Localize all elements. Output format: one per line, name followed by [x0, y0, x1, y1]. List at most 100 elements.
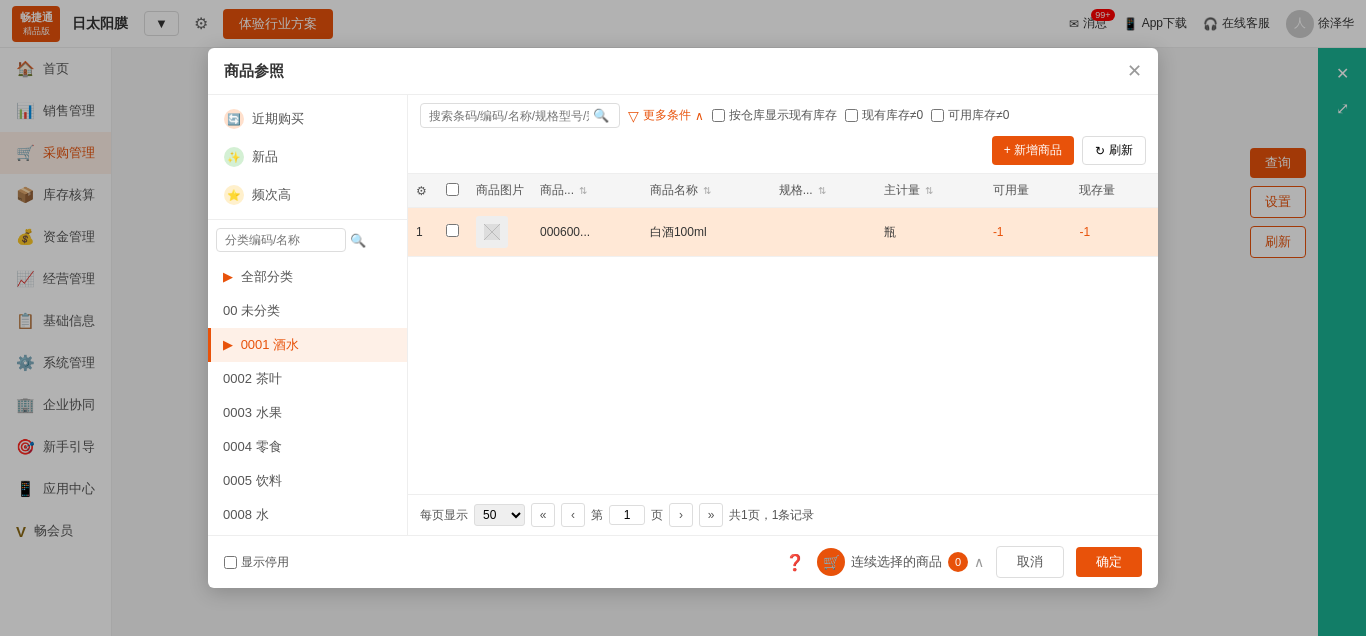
col-spec[interactable]: 规格... ⇅ [771, 174, 876, 208]
row-spec [771, 208, 876, 257]
per-page-select[interactable]: 50 100 200 [474, 504, 525, 526]
cat-0005[interactable]: 0005 饮料 [208, 464, 407, 498]
total-info: 共1页，1条记录 [729, 507, 814, 524]
add-product-button[interactable]: + 新增商品 [992, 136, 1074, 165]
refresh-button[interactable]: ↻ 刷新 [1082, 136, 1146, 165]
stock-zero-checkbox-group: 现有库存≠0 [845, 107, 923, 124]
cat-0005-label: 0005 饮料 [223, 473, 282, 488]
modal-right-panel: 🔍 ▽ 更多条件 ∧ 按仓库显示现有库存 现有库存≠0 [408, 95, 1158, 535]
quick-frequent[interactable]: ⭐ 频次高 [216, 179, 399, 211]
refresh-icon: ↻ [1095, 144, 1105, 158]
page-last-button[interactable]: » [699, 503, 723, 527]
select-all-checkbox[interactable] [446, 183, 459, 196]
recent-icon: 🔄 [224, 109, 244, 129]
cat-all[interactable]: ▶ 全部分类 [208, 260, 407, 294]
page-input[interactable] [609, 505, 645, 525]
quick-freq-label: 频次高 [252, 186, 291, 204]
footer-right: ❓ 🛒 连续选择的商品 0 ∧ 取消 确定 [785, 546, 1142, 578]
row-index: 1 [408, 208, 438, 257]
cat-0003-label: 0003 水果 [223, 405, 282, 420]
col-product-name[interactable]: 商品名称 ⇅ [642, 174, 771, 208]
pagination-bar: 每页显示 50 100 200 « ‹ 第 页 › » 共1页，1条记录 [408, 494, 1158, 535]
table-row[interactable]: 1 000600... 白酒100ml 瓶 [408, 208, 1158, 257]
cat-arrow-0001: ▶ [223, 337, 233, 352]
cat-0002-label: 0002 茶叶 [223, 371, 282, 386]
modal-left-panel: 🔄 近期购买 ✨ 新品 ⭐ 频次高 🔍 [208, 95, 408, 535]
product-toolbar: 🔍 ▽ 更多条件 ∧ 按仓库显示现有库存 现有库存≠0 [408, 95, 1158, 174]
cat-0008[interactable]: 0008 水 [208, 498, 407, 532]
cat-0004[interactable]: 0004 零食 [208, 430, 407, 464]
product-reference-modal: 商品参照 ✕ 🔄 近期购买 ✨ 新品 ⭐ 频次高 [208, 48, 1158, 588]
cat-00[interactable]: 00 未分类 [208, 294, 407, 328]
page-prev-button[interactable]: ‹ [561, 503, 585, 527]
cart-count: 0 [948, 552, 968, 572]
warehouse-label: 按仓库显示现有库存 [729, 107, 837, 124]
col-product-image: 商品图片 [468, 174, 532, 208]
quick-new[interactable]: ✨ 新品 [216, 141, 399, 173]
row-name: 白酒100ml [642, 208, 771, 257]
modal-close-button[interactable]: ✕ [1127, 60, 1142, 82]
cat-arrow-all: ▶ [223, 269, 233, 284]
product-thumbnail [476, 216, 508, 248]
cat-0003[interactable]: 0003 水果 [208, 396, 407, 430]
help-icon[interactable]: ❓ [785, 553, 805, 572]
modal-body: 🔄 近期购买 ✨ 新品 ⭐ 频次高 🔍 [208, 95, 1158, 535]
quick-recent[interactable]: 🔄 近期购买 [216, 103, 399, 135]
toolbar-right-actions: + 新增商品 ↻ 刷新 [992, 136, 1146, 165]
filter-label: 更多条件 [643, 107, 691, 124]
col-stock[interactable]: 现存量 [1071, 174, 1158, 208]
chevron-up-icon[interactable]: ∧ [974, 554, 984, 570]
col-unit[interactable]: 主计量 ⇅ [876, 174, 985, 208]
cart-area: 🛒 连续选择的商品 0 ∧ [817, 548, 984, 576]
modal-title: 商品参照 [224, 62, 284, 81]
quick-access: 🔄 近期购买 ✨ 新品 ⭐ 频次高 [208, 95, 407, 220]
cart-label: 连续选择的商品 [851, 553, 942, 571]
show-disabled-text: 显示停用 [241, 554, 289, 571]
new-icon: ✨ [224, 147, 244, 167]
cat-search-input[interactable] [216, 228, 346, 252]
cat-0001[interactable]: ▶ 0001 酒水 [208, 328, 407, 362]
quick-recent-label: 近期购买 [252, 110, 304, 128]
page-label: 第 [591, 507, 603, 524]
confirm-button[interactable]: 确定 [1076, 547, 1142, 577]
filter-button[interactable]: ▽ 更多条件 ∧ [628, 107, 704, 124]
cat-0002[interactable]: 0002 茶叶 [208, 362, 407, 396]
show-disabled-label: 显示停用 [224, 554, 289, 571]
row-check [438, 208, 468, 257]
row-available: -1 [985, 208, 1072, 257]
cancel-button[interactable]: 取消 [996, 546, 1064, 578]
show-disabled-checkbox[interactable] [224, 556, 237, 569]
row-stock: -1 [1071, 208, 1158, 257]
cat-0004-label: 0004 零食 [223, 439, 282, 454]
cat-0001-label: 0001 酒水 [241, 337, 300, 352]
col-available[interactable]: 可用量 [985, 174, 1072, 208]
cat-all-label: 全部分类 [241, 269, 293, 284]
product-search-input[interactable] [429, 109, 589, 123]
cat-0008-label: 0008 水 [223, 507, 269, 522]
cat-search-icon[interactable]: 🔍 [350, 233, 366, 248]
col-check [438, 174, 468, 208]
row-unit: 瓶 [876, 208, 985, 257]
modal-header: 商品参照 ✕ [208, 48, 1158, 95]
warehouse-checkbox-group: 按仓库显示现有库存 [712, 107, 837, 124]
product-search-bar: 🔍 [420, 103, 620, 128]
product-table: ⚙ 商品图片 商品... ⇅ 商品名称 ⇅ 规格... ⇅ 主计量 ⇅ 可用量 … [408, 174, 1158, 494]
avail-zero-checkbox-group: 可用库存≠0 [931, 107, 1009, 124]
col-product-code[interactable]: 商品... ⇅ [532, 174, 642, 208]
cat-00-label: 00 未分类 [223, 303, 280, 318]
filter-icon: ▽ [628, 108, 639, 124]
row-code: 000600... [532, 208, 642, 257]
page-first-button[interactable]: « [531, 503, 555, 527]
freq-icon: ⭐ [224, 185, 244, 205]
col-settings[interactable]: ⚙ [408, 174, 438, 208]
row-image [468, 208, 532, 257]
product-search-icon[interactable]: 🔍 [593, 108, 609, 123]
row-checkbox[interactable] [446, 224, 459, 237]
avail-zero-checkbox[interactable] [931, 109, 944, 122]
cart-icon: 🛒 [817, 548, 845, 576]
stock-zero-checkbox[interactable] [845, 109, 858, 122]
warehouse-checkbox[interactable] [712, 109, 725, 122]
category-list: ▶ 全部分类 00 未分类 ▶ 0001 酒水 0002 茶叶 0003 水果 [208, 260, 407, 535]
page-next-button[interactable]: › [669, 503, 693, 527]
stock-zero-label: 现有库存≠0 [862, 107, 923, 124]
